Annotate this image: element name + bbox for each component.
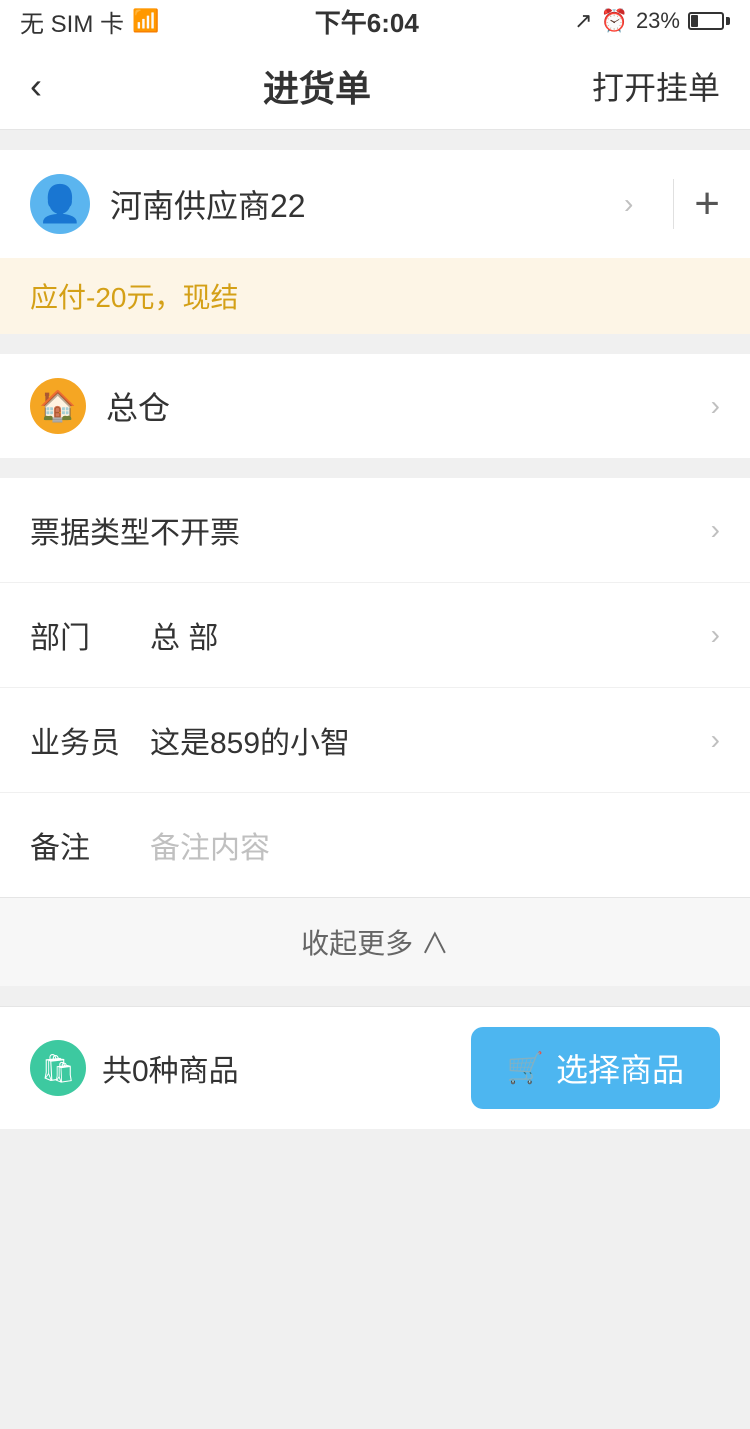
battery-text: 23% — [636, 8, 680, 34]
open-pending-button[interactable]: 打开挂单 — [592, 63, 720, 109]
section-gap-2 — [0, 334, 750, 354]
supplier-name: 河南供应商22 — [110, 181, 624, 227]
remark-label: 备注 — [30, 823, 150, 867]
department-row[interactable]: 部门 总 部 › — [0, 583, 750, 688]
select-product-button[interactable]: 🛒 选择商品 — [471, 1027, 720, 1109]
nav-bar: ‹ 进货单 打开挂单 — [0, 42, 750, 130]
warehouse-section: 🏠 总仓 › — [0, 354, 750, 458]
warehouse-icon: 🏠 — [30, 378, 86, 434]
section-gap-1 — [0, 130, 750, 150]
battery-icon — [688, 12, 730, 30]
warehouse-chevron-icon: › — [711, 390, 720, 422]
back-button[interactable]: ‹ — [30, 65, 42, 107]
invoice-type-value: 不开票 — [150, 508, 711, 552]
notice-text: 应付-20元，现结 — [30, 282, 238, 313]
notice-bar: 应付-20元，现结 — [0, 258, 750, 334]
department-label: 部门 — [30, 613, 150, 657]
carrier-text: 无 SIM 卡 — [20, 4, 124, 39]
section-gap-4 — [0, 986, 750, 1006]
salesperson-row[interactable]: 业务员 这是859的小智 › — [0, 688, 750, 793]
warehouse-name: 总仓 — [106, 383, 711, 429]
warehouse-icon-inner: 🏠 — [39, 389, 76, 424]
select-product-label: 选择商品 — [556, 1045, 684, 1091]
supplier-avatar: 👤 — [30, 174, 90, 234]
invoice-type-row[interactable]: 票据类型 不开票 › — [0, 478, 750, 583]
warehouse-row[interactable]: 🏠 总仓 › — [0, 354, 750, 458]
supplier-avatar-icon: 👤 — [38, 183, 83, 225]
department-chevron-icon: › — [711, 619, 720, 651]
status-time: 下午6:04 — [315, 3, 419, 40]
product-count-text: 共0种商品 — [102, 1046, 239, 1090]
invoice-type-label: 票据类型 — [30, 508, 150, 552]
product-count-icon: 🛍 — [30, 1040, 86, 1096]
remark-value: 备注内容 — [150, 823, 720, 867]
department-value: 总 部 — [150, 613, 711, 657]
select-product-icon: 🛒 — [507, 1051, 544, 1086]
collapse-button[interactable]: 收起更多 ∧ — [301, 922, 449, 962]
shopping-bag-icon: 🛍 — [40, 1052, 76, 1085]
location-icon: ↗ — [574, 8, 592, 34]
salesperson-chevron-icon: › — [711, 724, 720, 756]
collapse-section[interactable]: 收起更多 ∧ — [0, 897, 750, 986]
bottom-bar: 🛍 共0种商品 🛒 选择商品 — [0, 1006, 750, 1129]
remark-row[interactable]: 备注 备注内容 — [0, 793, 750, 897]
add-supplier-button[interactable]: + — [694, 179, 720, 229]
status-left: 无 SIM 卡 📶 — [20, 4, 159, 39]
form-section: 票据类型 不开票 › 部门 总 部 › 业务员 这是859的小智 › 备注 备注… — [0, 478, 750, 897]
status-bar: 无 SIM 卡 📶 下午6:04 ↗ ⏰ 23% — [0, 0, 750, 42]
status-right: ↗ ⏰ 23% — [574, 8, 730, 34]
alarm-icon: ⏰ — [601, 8, 628, 34]
page-background — [0, 1129, 750, 1429]
nav-title: 进货单 — [263, 60, 371, 112]
product-count-wrap: 🛍 共0种商品 — [30, 1040, 239, 1096]
supplier-chevron-icon: › — [624, 188, 633, 220]
salesperson-value: 这是859的小智 — [150, 718, 711, 762]
section-gap-3 — [0, 458, 750, 478]
supplier-divider — [673, 179, 674, 229]
wifi-icon: 📶 — [132, 8, 159, 34]
salesperson-label: 业务员 — [30, 718, 150, 762]
invoice-type-chevron-icon: › — [711, 514, 720, 546]
supplier-section: 👤 河南供应商22 › + 应付-20元，现结 — [0, 150, 750, 334]
supplier-row[interactable]: 👤 河南供应商22 › + — [0, 150, 750, 258]
